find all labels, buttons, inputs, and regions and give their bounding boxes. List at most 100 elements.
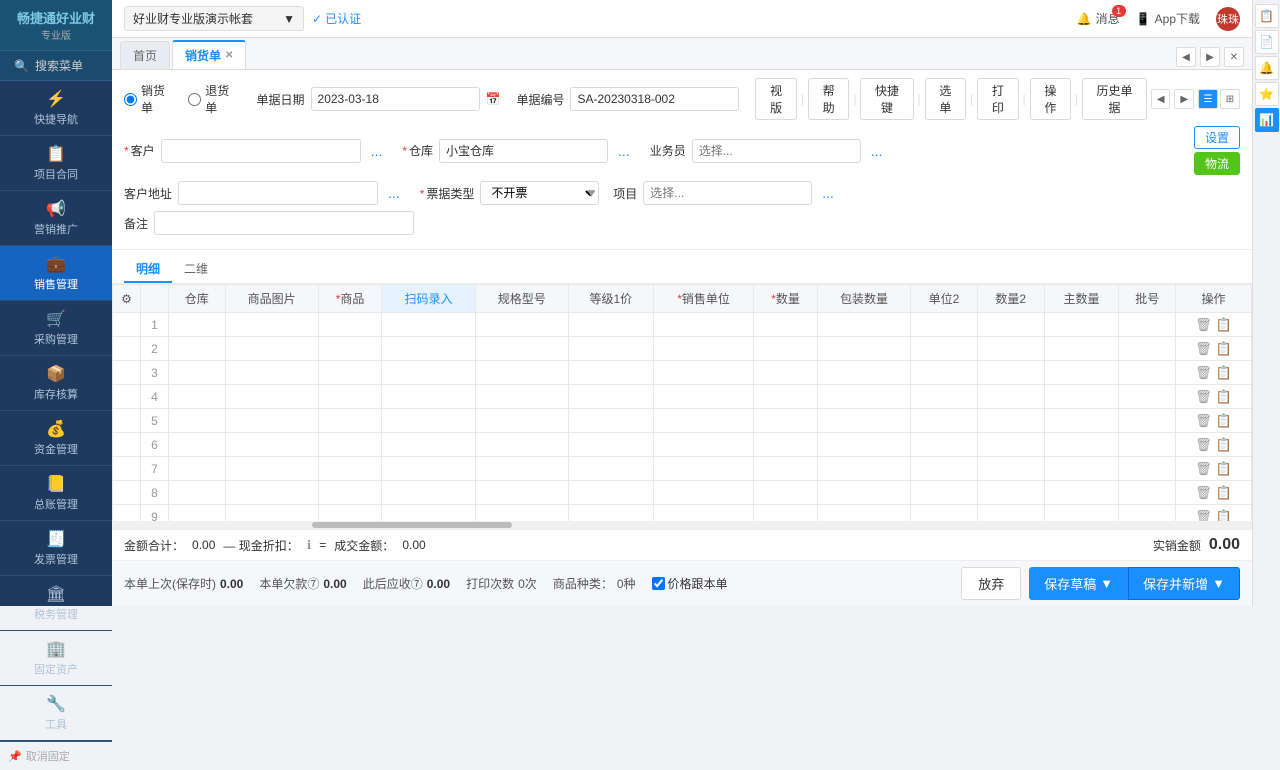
cell-warehouse-2[interactable] bbox=[169, 337, 226, 361]
cell-batch-7[interactable] bbox=[382, 457, 475, 481]
add-logistics-btn[interactable]: 物流 bbox=[1194, 152, 1240, 175]
cell-pack-qty-4[interactable] bbox=[817, 385, 910, 409]
help-btn[interactable]: 帮助 bbox=[808, 78, 849, 120]
cell-unit2-1[interactable] bbox=[911, 313, 978, 337]
cell-pack-qty-8[interactable] bbox=[817, 481, 910, 505]
cell-batch-no-9[interactable] bbox=[1119, 505, 1176, 522]
cell-qty2-1[interactable] bbox=[977, 313, 1044, 337]
col-header-quantity[interactable]: *数量 bbox=[754, 285, 818, 313]
sidebar-item-finance[interactable]: 💰 资金管理 bbox=[0, 411, 112, 466]
help-icon[interactable]: ℹ bbox=[307, 538, 312, 552]
delete-row-3[interactable]: 🗑 bbox=[1193, 365, 1214, 381]
copy-row-8[interactable]: 📋 bbox=[1214, 485, 1234, 501]
cell-quantity-7[interactable] bbox=[754, 457, 818, 481]
cell-product-img-7[interactable] bbox=[225, 457, 318, 481]
sidebar-item-invoice[interactable]: 🧾 发票管理 bbox=[0, 521, 112, 576]
col-header-price[interactable]: 等级1价 bbox=[568, 285, 653, 313]
cell-product-4[interactable] bbox=[318, 385, 382, 409]
table-scrollbar[interactable] bbox=[112, 521, 1252, 529]
app-download-btn[interactable]: 📱 App下载 bbox=[1136, 10, 1200, 27]
cell-price-5[interactable] bbox=[568, 409, 653, 433]
cell-qty2-7[interactable] bbox=[977, 457, 1044, 481]
delete-row-2[interactable]: 🗑 bbox=[1193, 341, 1214, 357]
notifications-btn[interactable]: 🔔 1 消息 bbox=[1077, 10, 1120, 27]
cell-quantity-1[interactable] bbox=[754, 313, 818, 337]
address-dots[interactable]: ... bbox=[384, 185, 404, 201]
form-nav-next[interactable]: ▶ bbox=[1174, 89, 1194, 109]
cell-qty2-4[interactable] bbox=[977, 385, 1044, 409]
cell-unit2-6[interactable] bbox=[911, 433, 978, 457]
col-header-main-qty[interactable]: 主数量 bbox=[1044, 285, 1119, 313]
right-btn-4[interactable]: ⭐ bbox=[1255, 82, 1279, 106]
cell-price-3[interactable] bbox=[568, 361, 653, 385]
cell-sales-unit-9[interactable] bbox=[653, 505, 753, 522]
sidebar-item-search[interactable]: 🔍 搜索菜单 bbox=[0, 51, 112, 81]
copy-row-2[interactable]: 📋 bbox=[1214, 341, 1234, 357]
radio-return[interactable]: 退货单 bbox=[188, 82, 240, 116]
cell-warehouse-1[interactable] bbox=[169, 313, 226, 337]
delete-row-4[interactable]: 🗑 bbox=[1193, 389, 1214, 405]
cell-batch-no-3[interactable] bbox=[1119, 361, 1176, 385]
sidebar-item-tools[interactable]: 🔧 工具 bbox=[0, 686, 112, 741]
cell-product-img-6[interactable] bbox=[225, 433, 318, 457]
cell-quantity-9[interactable] bbox=[754, 505, 818, 522]
cell-spec-3[interactable] bbox=[475, 361, 568, 385]
save-new-btn[interactable]: 保存并新增 ▼ bbox=[1128, 567, 1240, 600]
sidebar-item-quick-nav[interactable]: ⚡ 快捷导航 bbox=[0, 81, 112, 136]
salesperson-input[interactable] bbox=[692, 139, 861, 163]
cell-qty2-9[interactable] bbox=[977, 505, 1044, 522]
col-header-pack-qty[interactable]: 包装数量 bbox=[817, 285, 910, 313]
cell-price-7[interactable] bbox=[568, 457, 653, 481]
cell-product-img-1[interactable] bbox=[225, 313, 318, 337]
sidebar-item-purchase[interactable]: 🛒 采购管理 bbox=[0, 301, 112, 356]
cell-batch-1[interactable] bbox=[382, 313, 475, 337]
cell-spec-5[interactable] bbox=[475, 409, 568, 433]
project-input[interactable] bbox=[643, 181, 812, 205]
print-btn[interactable]: 打印 bbox=[977, 78, 1018, 120]
cell-qty2-3[interactable] bbox=[977, 361, 1044, 385]
cell-spec-1[interactable] bbox=[475, 313, 568, 337]
cell-sales-unit-2[interactable] bbox=[653, 337, 753, 361]
cell-warehouse-7[interactable] bbox=[169, 457, 226, 481]
cell-product-img-4[interactable] bbox=[225, 385, 318, 409]
cell-qty2-5[interactable] bbox=[977, 409, 1044, 433]
cell-pack-qty-7[interactable] bbox=[817, 457, 910, 481]
table-scroll-area[interactable]: ⚙ 仓库 商品图片 *商品 扫码录入 规格型号 等级1价 *销售单位 *数量 包… bbox=[112, 284, 1252, 521]
cell-quantity-8[interactable] bbox=[754, 481, 818, 505]
cell-batch-5[interactable] bbox=[382, 409, 475, 433]
customer-input[interactable] bbox=[161, 139, 361, 163]
sidebar-unpin[interactable]: 📌 取消固定 bbox=[0, 741, 112, 770]
cell-spec-4[interactable] bbox=[475, 385, 568, 409]
cell-product-img-3[interactable] bbox=[225, 361, 318, 385]
warehouse-input[interactable] bbox=[439, 139, 608, 163]
cell-product-7[interactable] bbox=[318, 457, 382, 481]
cell-product-img-9[interactable] bbox=[225, 505, 318, 522]
cell-product-5[interactable] bbox=[318, 409, 382, 433]
cell-batch-no-4[interactable] bbox=[1119, 385, 1176, 409]
col-header-spec[interactable]: 规格型号 bbox=[475, 285, 568, 313]
cell-quantity-4[interactable] bbox=[754, 385, 818, 409]
salesperson-dots[interactable]: ... bbox=[867, 143, 887, 159]
form-nav-prev[interactable]: ◀ bbox=[1151, 89, 1171, 109]
view-grid-btn[interactable]: ⊞ bbox=[1220, 89, 1240, 109]
cell-spec-9[interactable] bbox=[475, 505, 568, 522]
cell-pack-qty-2[interactable] bbox=[817, 337, 910, 361]
cell-product-2[interactable] bbox=[318, 337, 382, 361]
sidebar-item-fixed-assets[interactable]: 🏢 固定资产 bbox=[0, 631, 112, 686]
cell-product-img-8[interactable] bbox=[225, 481, 318, 505]
cell-sales-unit-8[interactable] bbox=[653, 481, 753, 505]
cell-sales-unit-7[interactable] bbox=[653, 457, 753, 481]
cell-pack-qty-5[interactable] bbox=[817, 409, 910, 433]
cell-main-qty-6[interactable] bbox=[1044, 433, 1119, 457]
select-btn[interactable]: 选单 bbox=[925, 78, 966, 120]
tab-next-btn[interactable]: ▶ bbox=[1200, 47, 1220, 67]
price-check-label[interactable]: 价格跟本单 bbox=[652, 575, 728, 592]
cell-warehouse-9[interactable] bbox=[169, 505, 226, 522]
shortcut-btn[interactable]: 快捷键 bbox=[860, 78, 913, 120]
cell-pack-qty-9[interactable] bbox=[817, 505, 910, 522]
delete-row-6[interactable]: 🗑 bbox=[1193, 437, 1214, 453]
project-dots[interactable]: ... bbox=[818, 185, 838, 201]
cell-batch-2[interactable] bbox=[382, 337, 475, 361]
sidebar-item-inventory[interactable]: 📦 库存核算 bbox=[0, 356, 112, 411]
cell-warehouse-6[interactable] bbox=[169, 433, 226, 457]
